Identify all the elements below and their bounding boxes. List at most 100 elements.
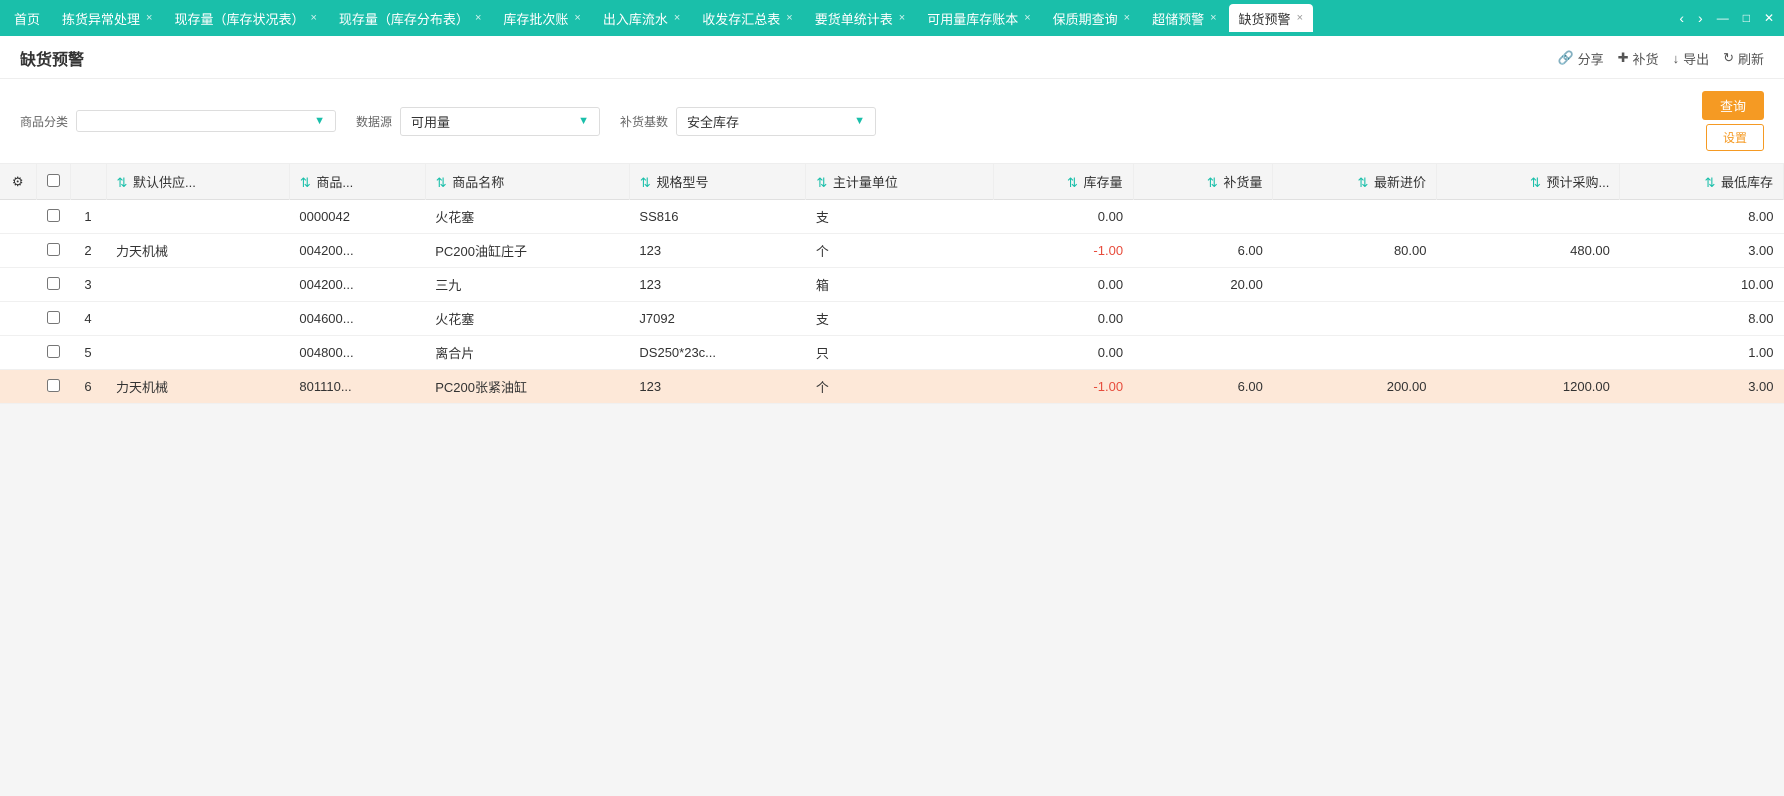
col-supplier[interactable]: ⇅ 默认供应... xyxy=(106,164,289,200)
cell-stock_qty: 0.00 xyxy=(993,268,1133,302)
replenish-label: 补货 xyxy=(1633,49,1659,68)
col-min-stock[interactable]: ⇅ 最低库存 xyxy=(1620,164,1784,200)
tab-stock-status[interactable]: 现存量（库存状况表） × xyxy=(164,4,326,32)
replenish-action[interactable]: ✚ 补货 xyxy=(1618,49,1659,68)
tab-in-out-flow[interactable]: 出入库流水× xyxy=(593,4,690,32)
tab-close-stock-status[interactable]: × xyxy=(310,12,316,24)
col-spec[interactable]: ⇅ 规格型号 xyxy=(629,164,805,200)
share-icon: 🔗 xyxy=(1557,50,1573,66)
tab-shortage-warn[interactable]: 缺货预警× xyxy=(1229,4,1313,32)
col-supplier-label: 默认供应... xyxy=(133,175,196,190)
tab-label-stock-dist: 现存量（库存分布表） xyxy=(339,9,469,28)
replenish-base-filter-group: 补货基数 安全库存 ▼ xyxy=(620,107,876,136)
window-close-button[interactable]: ✕ xyxy=(1758,9,1780,27)
tab-close-pick-abnormal[interactable]: × xyxy=(146,12,152,24)
tab-close-batch-account[interactable]: × xyxy=(574,12,580,24)
col-gear[interactable]: ⚙ xyxy=(0,164,36,200)
cell-replenish_qty: 6.00 xyxy=(1133,234,1273,268)
row-checkbox-cell[interactable] xyxy=(36,302,70,336)
window-minimize-button[interactable]: — xyxy=(1711,9,1735,27)
row-gear-cell xyxy=(0,234,36,268)
tab-receive-summary[interactable]: 收发存汇总表× xyxy=(692,4,802,32)
replenish-base-select[interactable]: 安全库存 ▼ xyxy=(676,107,876,136)
tab-available-ledger[interactable]: 可用量库存账本× xyxy=(917,4,1040,32)
row-checkbox-3[interactable] xyxy=(47,311,60,324)
page-title: 缺货预警 xyxy=(20,46,84,70)
cell-supplier: 力天机械 xyxy=(106,370,289,404)
tab-close-demand-stats[interactable]: × xyxy=(899,12,905,24)
row-checkbox-1[interactable] xyxy=(47,243,60,256)
tab-demand-stats[interactable]: 要货单统计表× xyxy=(805,4,915,32)
row-checkbox-cell[interactable] xyxy=(36,200,70,234)
cell-latest_price xyxy=(1273,200,1437,234)
export-action[interactable]: ↓ 导出 xyxy=(1673,49,1710,68)
tab-expiry-query[interactable]: 保质期查询× xyxy=(1043,4,1140,32)
share-action[interactable]: 🔗 分享 xyxy=(1557,49,1603,68)
tab-close-in-out-flow[interactable]: × xyxy=(674,12,680,24)
col-est-purchase[interactable]: ⇅ 预计采购... xyxy=(1437,164,1620,200)
table-row: 2力天机械004200...PC200油缸庄子123个-1.006.0080.0… xyxy=(0,234,1784,268)
row-checkbox-cell[interactable] xyxy=(36,336,70,370)
tab-home[interactable]: 首页 xyxy=(4,4,50,32)
col-checkbox[interactable] xyxy=(36,164,70,200)
row-checkbox-cell[interactable] xyxy=(36,234,70,268)
row-checkbox-0[interactable] xyxy=(47,209,60,222)
cell-goods_code: 004800... xyxy=(289,336,425,370)
cell-unit: 个 xyxy=(806,370,993,404)
cell-replenish_qty xyxy=(1133,200,1273,234)
settings-button[interactable]: 设置 xyxy=(1706,124,1764,151)
cell-latest_price xyxy=(1273,336,1437,370)
tab-close-receive-summary[interactable]: × xyxy=(786,12,792,24)
col-replenish-qty[interactable]: ⇅ 补货量 xyxy=(1133,164,1273,200)
tab-close-available-ledger[interactable]: × xyxy=(1024,12,1030,24)
filter-bar: 商品分类 ▼ 数据源 可用量 ▼ 补货基数 安全库存 ▼ 查询 设置 xyxy=(0,79,1784,164)
tab-close-expiry-query[interactable]: × xyxy=(1124,12,1130,24)
col-goods-code[interactable]: ⇅ 商品... xyxy=(289,164,425,200)
cell-spec: 123 xyxy=(629,268,805,302)
replenish-icon: ✚ xyxy=(1618,50,1629,66)
datasource-value: 可用量 xyxy=(411,112,450,131)
col-stock-qty[interactable]: ⇅ 库存量 xyxy=(993,164,1133,200)
tab-prev-button[interactable]: ‹ xyxy=(1673,8,1690,28)
tab-label-stock-status: 现存量（库存状况表） xyxy=(174,9,304,28)
cell-unit: 箱 xyxy=(806,268,993,302)
col-latest-price-label: 最新进价 xyxy=(1374,175,1426,190)
window-maximize-button[interactable]: □ xyxy=(1737,9,1756,27)
datasource-select[interactable]: 可用量 ▼ xyxy=(400,107,600,136)
cell-est_purchase: 1200.00 xyxy=(1437,370,1620,404)
tab-label-pick-abnormal: 拣货异常处理 xyxy=(62,9,140,28)
refresh-action[interactable]: ↻ 刷新 xyxy=(1723,49,1764,68)
select-all-checkbox[interactable] xyxy=(47,174,60,187)
cell-spec: 123 xyxy=(629,234,805,268)
tab-next-button[interactable]: › xyxy=(1692,8,1709,28)
tab-close-overstock-warn[interactable]: × xyxy=(1210,12,1216,24)
category-select[interactable]: ▼ xyxy=(76,110,336,132)
tab-stock-dist[interactable]: 现存量（库存分布表） × xyxy=(329,4,491,32)
export-label: 导出 xyxy=(1683,49,1709,68)
cell-stock_qty: 0.00 xyxy=(993,200,1133,234)
cell-goods_name: 三九 xyxy=(425,268,629,302)
cell-goods_name: 火花塞 xyxy=(425,200,629,234)
tab-close-shortage-warn[interactable]: × xyxy=(1297,12,1303,24)
cell-latest_price: 200.00 xyxy=(1273,370,1437,404)
export-icon: ↓ xyxy=(1673,51,1680,66)
tab-close-stock-dist[interactable]: × xyxy=(475,12,481,24)
query-button[interactable]: 查询 xyxy=(1702,91,1764,120)
col-unit[interactable]: ⇅ 主计量单位 xyxy=(806,164,993,200)
sort-icon: ⇅ xyxy=(1530,175,1541,190)
tab-batch-account[interactable]: 库存批次账× xyxy=(493,4,590,32)
tab-pick-abnormal[interactable]: 拣货异常处理 × xyxy=(52,4,162,32)
row-checkbox-5[interactable] xyxy=(47,379,60,392)
tab-overstock-warn[interactable]: 超储预警× xyxy=(1142,4,1226,32)
cell-unit: 支 xyxy=(806,302,993,336)
row-checkbox-4[interactable] xyxy=(47,345,60,358)
sort-icon: ⇅ xyxy=(117,175,128,190)
tab-nav-buttons: ‹ › — □ ✕ xyxy=(1673,8,1780,28)
row-checkbox-cell[interactable] xyxy=(36,370,70,404)
row-checkbox-2[interactable] xyxy=(47,277,60,290)
col-stock-qty-label: 库存量 xyxy=(1084,175,1123,190)
table-row: 5004800...离合片DS250*23c...只0.001.00 xyxy=(0,336,1784,370)
col-goods-name[interactable]: ⇅ 商品名称 xyxy=(425,164,629,200)
col-latest-price[interactable]: ⇅ 最新进价 xyxy=(1273,164,1437,200)
row-checkbox-cell[interactable] xyxy=(36,268,70,302)
